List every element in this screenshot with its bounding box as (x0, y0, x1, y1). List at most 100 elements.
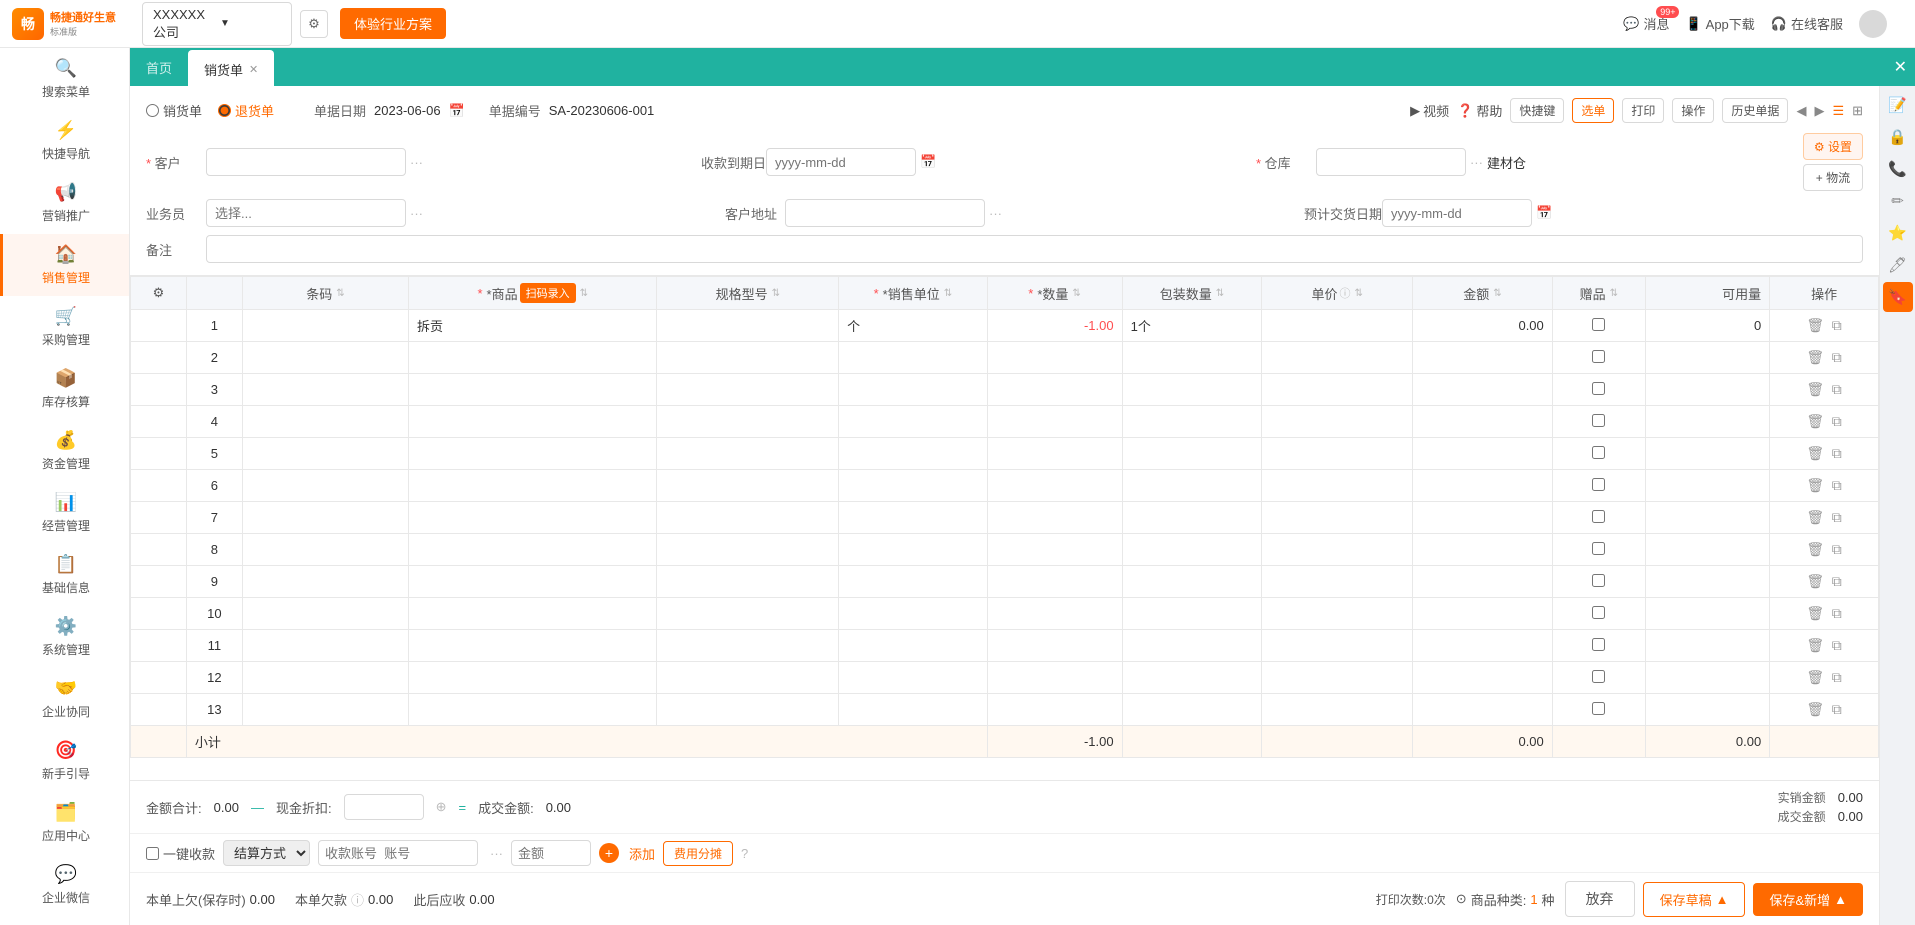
spec-sort-icon[interactable]: ⇅ (772, 288, 780, 299)
copy-row-icon[interactable]: ⧉ (1832, 605, 1842, 621)
row-spec[interactable] (657, 342, 839, 374)
customer-input[interactable] (206, 148, 406, 176)
copy-row-icon[interactable]: ⧉ (1832, 541, 1842, 557)
sidebar-item-guide[interactable]: 🎯 新手引导 (0, 730, 129, 792)
row-price[interactable] (1262, 342, 1413, 374)
row-gift[interactable] (1552, 470, 1645, 502)
row-qty[interactable] (987, 310, 1122, 342)
list-view-icon[interactable]: ☰ (1832, 103, 1844, 119)
sidebar-item-quicknav[interactable]: ⚡ 快捷导航 (0, 110, 129, 172)
barcode-sort-icon[interactable]: ⇅ (336, 288, 344, 299)
product-sort-icon[interactable]: ⇅ (580, 288, 588, 299)
row-spec[interactable] (657, 598, 839, 630)
tab-sale-order[interactable]: 销货单 ✕ (188, 50, 274, 88)
row-barcode[interactable] (242, 342, 408, 374)
sidebar-item-marketing[interactable]: 📢 营销推广 (0, 172, 129, 234)
sidebar-item-search[interactable]: 🔍 搜索菜单 (0, 48, 129, 110)
row-price[interactable] (1262, 374, 1413, 406)
row-barcode[interactable] (242, 534, 408, 566)
row-spec[interactable] (657, 630, 839, 662)
row-spec[interactable] (657, 502, 839, 534)
delete-row-icon[interactable]: 🗑 (1806, 573, 1824, 589)
row-barcode[interactable] (242, 598, 408, 630)
row-gift[interactable] (1552, 694, 1645, 726)
pack-sort-icon[interactable]: ⇅ (1216, 288, 1224, 299)
price-sort-icon[interactable]: ⇅ (1355, 288, 1363, 299)
row-gift[interactable] (1552, 342, 1645, 374)
select-button[interactable]: 选单 (1572, 98, 1614, 123)
copy-row-icon[interactable]: ⧉ (1832, 701, 1842, 717)
row-price[interactable] (1262, 406, 1413, 438)
copy-row-icon[interactable]: ⧉ (1832, 573, 1842, 589)
customer-dots-icon[interactable]: ··· (410, 155, 423, 170)
sidebar-item-system[interactable]: ⚙️ 系统管理 (0, 606, 129, 668)
row-qty[interactable] (987, 662, 1122, 694)
gift-sort-icon[interactable]: ⇅ (1610, 288, 1618, 299)
sidebar-item-operations[interactable]: 📊 经营管理 (0, 482, 129, 544)
copy-row-icon[interactable]: ⧉ (1832, 637, 1842, 653)
help-circle-icon[interactable]: ⊕ (436, 799, 447, 815)
row-spec[interactable] (657, 566, 839, 598)
row-price[interactable] (1262, 566, 1413, 598)
history-button[interactable]: 历史单据 (1722, 98, 1788, 123)
message-button[interactable]: 💬 消息 99+ (1623, 14, 1669, 33)
copy-row-icon[interactable]: ⧉ (1832, 381, 1842, 397)
row-barcode[interactable] (242, 630, 408, 662)
sidebar-item-wechat[interactable]: 💬 企业微信 (0, 854, 129, 916)
row-price[interactable] (1262, 598, 1413, 630)
sidebar-item-sales[interactable]: 🏠 销售管理 (0, 234, 129, 296)
row-spec[interactable] (657, 662, 839, 694)
rp-pen-button[interactable]: 🖊 (1883, 250, 1913, 280)
delete-row-icon[interactable]: 🗑 (1806, 637, 1824, 653)
rp-lock-button[interactable]: 🔒 (1883, 122, 1913, 152)
row-spec[interactable] (657, 406, 839, 438)
amount-sort-icon[interactable]: ⇅ (1493, 288, 1501, 299)
row-qty[interactable] (987, 374, 1122, 406)
qty-sort-icon[interactable]: ⇅ (1072, 288, 1080, 299)
row-spec[interactable] (657, 310, 839, 342)
abandon-button[interactable]: 放弃 (1565, 881, 1635, 917)
remark-input[interactable] (206, 235, 1863, 263)
unit-sort-icon[interactable]: ⇅ (944, 288, 952, 299)
row-gift[interactable] (1552, 438, 1645, 470)
row-gift[interactable] (1552, 406, 1645, 438)
tab-home[interactable]: 首页 (130, 48, 188, 86)
save-draft-button[interactable]: 保存草稿 ▲ (1643, 882, 1746, 917)
setting-button[interactable]: ⚙ 设置 (1803, 133, 1863, 160)
row-price[interactable] (1262, 694, 1413, 726)
row-qty[interactable] (987, 694, 1122, 726)
tab-bar-close-icon[interactable]: ✕ (1894, 57, 1907, 77)
experience-button[interactable]: 体验行业方案 (340, 8, 446, 39)
copy-row-icon[interactable]: ⧉ (1832, 445, 1842, 461)
delete-row-icon[interactable]: 🗑 (1806, 509, 1824, 525)
print-button[interactable]: 打印 (1622, 98, 1664, 123)
row-qty[interactable] (987, 438, 1122, 470)
grid-view-icon[interactable]: ⊞ (1852, 103, 1863, 119)
copy-row-icon[interactable]: ⧉ (1832, 509, 1842, 525)
expected-date-input[interactable] (1382, 199, 1532, 227)
addr-dots-icon[interactable]: ··· (989, 206, 1002, 221)
row-price[interactable] (1262, 438, 1413, 470)
salesman-input[interactable] (206, 199, 406, 227)
row-spec[interactable] (657, 470, 839, 502)
user-avatar[interactable] (1859, 10, 1887, 38)
one-click-payment-checkbox[interactable]: 一键收款 (146, 844, 215, 863)
scan-button[interactable]: 扫码录入 (520, 283, 576, 303)
expense-help-icon[interactable]: ? (741, 846, 748, 861)
row-qty[interactable] (987, 406, 1122, 438)
warehouse-dots-icon[interactable]: ··· (1470, 155, 1483, 170)
payment-date-input[interactable] (766, 148, 916, 176)
delete-row-icon[interactable]: 🗑 (1806, 541, 1824, 557)
delete-row-icon[interactable]: 🗑 (1806, 669, 1824, 685)
payment-amount-input[interactable] (511, 840, 591, 866)
row-gift[interactable] (1552, 502, 1645, 534)
row-gift[interactable] (1552, 534, 1645, 566)
sidebar-item-appcenter[interactable]: 🗂️ 应用中心 (0, 792, 129, 854)
payment-calendar-icon[interactable]: 📅 (920, 154, 936, 170)
row-qty[interactable] (987, 534, 1122, 566)
payment-method-select[interactable]: 结算方式 (223, 840, 310, 866)
delete-row-icon[interactable]: 🗑 (1806, 413, 1824, 429)
company-select[interactable]: XXXXXX公司 ▼ (142, 2, 292, 46)
row-gift[interactable] (1552, 566, 1645, 598)
rp-star-button[interactable]: ⭐ (1883, 218, 1913, 248)
